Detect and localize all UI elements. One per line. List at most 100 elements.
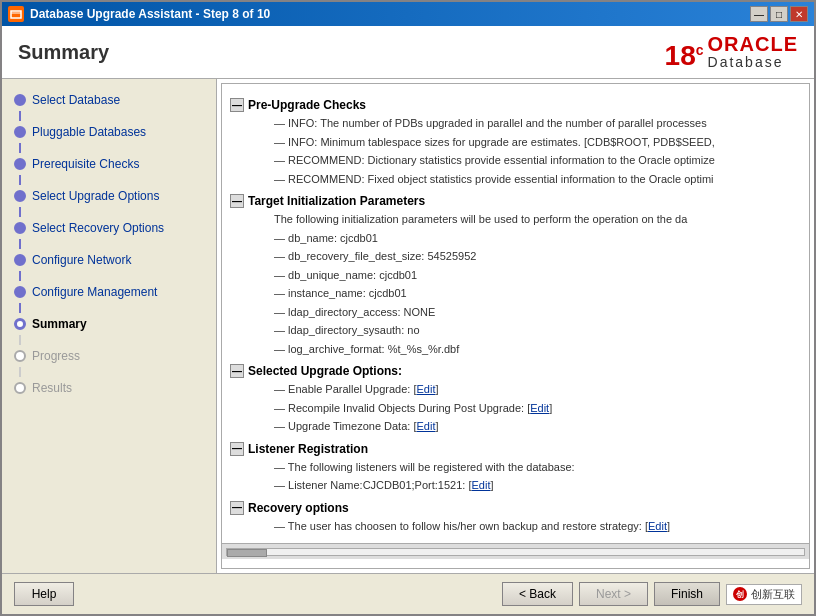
sidebar-item-select-upgrade-options[interactable]: Select Upgrade Options [2,185,216,207]
scroll-container[interactable]: — Pre-Upgrade Checks — INFO: The number … [221,83,810,569]
list-item: — INFO: Minimum tablespace sizes for upg… [244,133,801,152]
sidebar-label: Select Upgrade Options [32,189,159,203]
sidebar-item-select-recovery-options[interactable]: Select Recovery Options [2,217,216,239]
target-init-items: The following initialization parameters … [244,210,801,358]
sidebar-item-configure-management[interactable]: Configure Management [2,281,216,303]
section-recovery: — Recovery options [230,501,801,515]
step-connector [19,367,21,377]
list-item: — Upgrade Timezone Data: [Edit] [244,417,801,436]
close-button[interactable]: ✕ [790,6,808,22]
step-connector [19,111,21,121]
sidebar-label: Configure Network [32,253,131,267]
hscroll-thumb[interactable] [227,549,267,557]
sidebar-item-prerequisite-checks[interactable]: Prerequisite Checks [2,153,216,175]
list-item: — db_name: cjcdb01 [244,229,801,248]
horizontal-scrollbar[interactable] [222,543,809,559]
main-window: Database Upgrade Assistant - Step 8 of 1… [0,0,816,616]
sidebar-item-summary[interactable]: Summary [2,313,216,335]
sidebar-item-results: Results [2,377,216,399]
pre-upgrade-items: — INFO: The number of PDBs upgraded in p… [244,114,801,188]
listener-items: — The following listeners will be regist… [244,458,801,495]
footer-right: < Back Next > Finish 创 创新互联 [502,582,802,606]
section-listener: — Listener Registration [230,442,801,456]
step-indicator [14,318,26,330]
maximize-button[interactable]: □ [770,6,788,22]
list-item: — Recompile Invalid Objects During Post … [244,399,801,418]
watermark-text: 创新互联 [751,587,795,602]
edit-link-recompile[interactable]: Edit [530,402,549,414]
footer-left: Help [14,582,74,606]
step-indicator [14,382,26,394]
collapse-btn-recovery[interactable]: — [230,501,244,515]
page-title: Summary [18,41,109,64]
watermark: 创 创新互联 [726,584,802,605]
list-item: — db_recovery_file_dest_size: 54525952 [244,247,801,266]
sidebar: Select Database Pluggable Databases Prer… [2,79,217,573]
step-indicator [14,222,26,234]
edit-link-parallel[interactable]: Edit [417,383,436,395]
step-indicator [14,190,26,202]
header-area: Summary 18c ORACLE Database [2,26,814,79]
collapse-btn-target-init[interactable]: — [230,194,244,208]
step-indicator [14,94,26,106]
back-button[interactable]: < Back [502,582,573,606]
collapse-btn-listener[interactable]: — [230,442,244,456]
list-item: — ldap_directory_access: NONE [244,303,801,322]
collapse-btn-upgrade-options[interactable]: — [230,364,244,378]
step-indicator [14,350,26,362]
help-button[interactable]: Help [14,582,74,606]
sidebar-label: Configure Management [32,285,157,299]
main-content: Select Database Pluggable Databases Prer… [2,79,814,573]
list-item: — ldap_directory_sysauth: no [244,321,801,340]
sidebar-item-configure-network[interactable]: Configure Network [2,249,216,271]
sidebar-label: Prerequisite Checks [32,157,139,171]
step-connector [19,239,21,249]
step-indicator [14,126,26,138]
sidebar-label: Select Recovery Options [32,221,164,235]
step-indicator [14,286,26,298]
summary-tree: — Pre-Upgrade Checks — INFO: The number … [222,84,809,543]
minimize-button[interactable]: — [750,6,768,22]
section-upgrade-options: — Selected Upgrade Options: [230,364,801,378]
list-item: — RECOMMEND: Fixed object statistics pro… [244,170,801,189]
sidebar-label: Progress [32,349,80,363]
list-item: — log_archive_format: %t_%s_%r.dbf [244,340,801,359]
list-item: The following initialization parameters … [244,210,801,229]
list-item: — db_unique_name: cjcdb01 [244,266,801,285]
collapse-btn-pre-upgrade[interactable]: — [230,98,244,112]
upgrade-options-items: — Enable Parallel Upgrade: [Edit] — Reco… [244,380,801,436]
step-connector [19,207,21,217]
oracle-product: Database [708,54,784,70]
edit-link-listener[interactable]: Edit [472,479,491,491]
section-target-init: — Target Initialization Parameters [230,194,801,208]
step-connector [19,175,21,185]
oracle-branding: ORACLE Database [708,34,798,70]
sidebar-item-select-database[interactable]: Select Database [2,89,216,111]
list-item: — Enable Parallel Upgrade: [Edit] [244,380,801,399]
watermark-icon: 创 [733,587,747,601]
finish-button[interactable]: Finish [654,582,720,606]
list-item: — instance_name: cjcdb01 [244,284,801,303]
step-connector [19,271,21,281]
svg-rect-0 [11,11,21,18]
step-connector [19,143,21,153]
edit-link-timezone[interactable]: Edit [416,420,435,432]
app-icon [8,6,24,22]
step-connector [19,335,21,345]
next-button[interactable]: Next > [579,582,648,606]
step-connector [19,303,21,313]
list-item: — Listener Name:CJCDB01;Port:1521: [Edit… [244,476,801,495]
list-item: — RECOMMEND: Dictionary statistics provi… [244,151,801,170]
oracle-version: 18c [665,42,704,70]
window-title: Database Upgrade Assistant - Step 8 of 1… [30,7,270,21]
section-pre-upgrade: — Pre-Upgrade Checks [230,98,801,112]
sidebar-item-pluggable-databases[interactable]: Pluggable Databases [2,121,216,143]
hscroll-track [226,548,805,556]
edit-link-recovery[interactable]: Edit [648,520,667,532]
sidebar-item-progress: Progress [2,345,216,367]
title-bar: Database Upgrade Assistant - Step 8 of 1… [2,2,814,26]
oracle-brand: ORACLE [708,34,798,54]
content-area: — Pre-Upgrade Checks — INFO: The number … [217,79,814,573]
footer: Help < Back Next > Finish 创 创新互联 [2,573,814,614]
list-item: — The user has choosen to follow his/her… [244,517,801,536]
